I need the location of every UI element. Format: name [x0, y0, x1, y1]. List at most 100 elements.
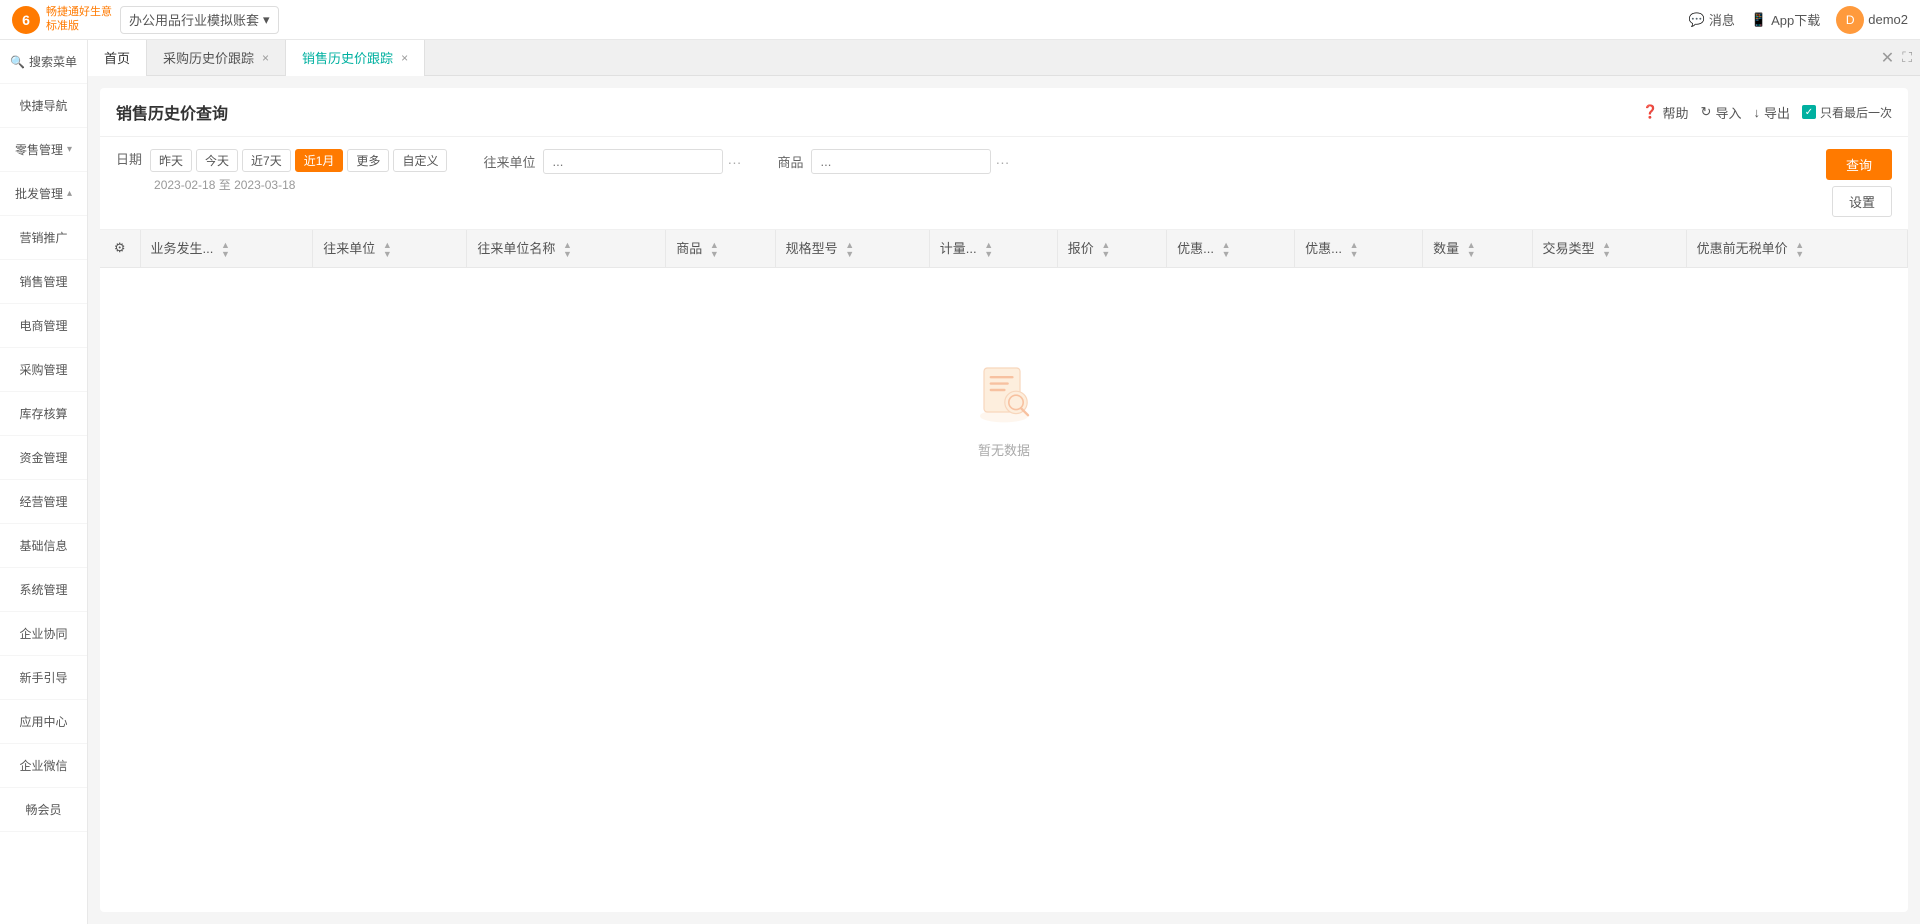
- app-selector[interactable]: 办公用品行业模拟账套 ▾: [120, 6, 279, 34]
- sidebar: 🔍 搜索菜单 快捷导航 零售管理 ▾ 批发管理 ▴ 营销推广 销售管理 电商管理…: [0, 40, 88, 924]
- th-pretax-price[interactable]: 优惠前无税单价 ▲▼: [1686, 230, 1907, 267]
- partner-input[interactable]: [543, 149, 723, 174]
- sidebar-item-inventory[interactable]: 库存核算: [0, 392, 87, 436]
- export-icon: ↓: [1753, 105, 1760, 120]
- sidebar-item-wechat[interactable]: 企业微信: [0, 744, 87, 788]
- sort-icon: ▲▼: [221, 241, 230, 259]
- sidebar-item-purchase[interactable]: 采购管理: [0, 348, 87, 392]
- sidebar-item-retail[interactable]: 零售管理 ▾: [0, 128, 87, 172]
- chevron-down-icon: ▾: [67, 144, 72, 155]
- data-table: ⚙ 业务发生... ▲▼ 往来单位 ▲▼ 往来单位名称 ▲▼: [100, 230, 1908, 268]
- logo-icon: 6: [12, 6, 40, 34]
- download-icon: 📱: [1751, 12, 1767, 28]
- date-btn-1month[interactable]: 近1月: [295, 149, 344, 172]
- sidebar-item-system[interactable]: 系统管理: [0, 568, 87, 612]
- date-btn-today[interactable]: 今天: [196, 149, 238, 172]
- th-unit[interactable]: 计量... ▲▼: [929, 230, 1057, 267]
- main-content: 销售历史价查询 ❓ 帮助 ↻ 导入 ↓ 导出 ✓ 只看最后一次: [88, 76, 1920, 924]
- partner-search-icon[interactable]: ···: [727, 154, 741, 170]
- sort-icon: ▲▼: [1101, 241, 1110, 259]
- product-search-icon[interactable]: ···: [995, 154, 1009, 170]
- message-button[interactable]: 💬 消息: [1689, 10, 1735, 29]
- sidebar-item-sales[interactable]: 销售管理: [0, 260, 87, 304]
- page-title: 销售历史价查询: [116, 100, 228, 124]
- sidebar-item-guide[interactable]: 新手引导: [0, 656, 87, 700]
- app-download-button[interactable]: 📱 App下载: [1751, 10, 1820, 29]
- th-partner-code[interactable]: 往来单位 ▲▼: [313, 230, 467, 267]
- tab-bar-actions: ✕ ⛶: [1881, 48, 1920, 68]
- chevron-up-icon: ▴: [67, 188, 72, 199]
- header-right: 💬 消息 📱 App下载 D demo2: [1689, 6, 1908, 34]
- user-menu[interactable]: D demo2: [1836, 6, 1908, 34]
- empty-icon: [964, 348, 1044, 428]
- date-btn-yesterday[interactable]: 昨天: [150, 149, 192, 172]
- th-product[interactable]: 商品 ▲▼: [666, 230, 775, 267]
- th-tx-type[interactable]: 交易类型 ▲▼: [1532, 230, 1686, 267]
- sidebar-item-basic[interactable]: 基础信息: [0, 524, 87, 568]
- message-icon: 💬: [1689, 12, 1705, 28]
- help-icon: ❓: [1642, 104, 1658, 120]
- sort-icon: ▲▼: [845, 241, 854, 259]
- sidebar-item-operation[interactable]: 经营管理: [0, 480, 87, 524]
- sidebar-item-marketing[interactable]: 营销推广: [0, 216, 87, 260]
- page-container: 销售历史价查询 ❓ 帮助 ↻ 导入 ↓ 导出 ✓ 只看最后一次: [100, 88, 1908, 912]
- sidebar-item-ecommerce[interactable]: 电商管理: [0, 304, 87, 348]
- avatar: D: [1836, 6, 1864, 34]
- tab-home[interactable]: 首页: [88, 40, 147, 76]
- sidebar-item-collab[interactable]: 企业协同: [0, 612, 87, 656]
- sort-icon: ▲▼: [1602, 241, 1611, 259]
- sidebar-item-member[interactable]: 畅会员: [0, 788, 87, 832]
- sidebar-item-app-center[interactable]: 应用中心: [0, 700, 87, 744]
- th-discount1[interactable]: 优惠... ▲▼: [1167, 230, 1295, 267]
- product-input-group: ···: [811, 149, 1009, 174]
- sort-icon: ▲▼: [383, 241, 392, 259]
- product-input[interactable]: [811, 149, 991, 174]
- help-button[interactable]: ❓ 帮助: [1642, 103, 1688, 122]
- product-filter-label: 商品: [777, 152, 803, 171]
- logo-area: 6 畅捷通好生意 标准版: [12, 6, 112, 34]
- table-container: ⚙ 业务发生... ▲▼ 往来单位 ▲▼ 往来单位名称 ▲▼: [100, 230, 1908, 539]
- sort-icon: ▲▼: [1350, 241, 1359, 259]
- tab-purchase[interactable]: 采购历史价跟踪 ×: [147, 40, 286, 76]
- th-biz-date[interactable]: 业务发生... ▲▼: [140, 230, 313, 267]
- close-window-icon[interactable]: ✕: [1881, 48, 1894, 68]
- sort-icon: ▲▼: [1795, 241, 1804, 259]
- sidebar-item-wholesale[interactable]: 批发管理 ▴: [0, 172, 87, 216]
- sidebar-item-search[interactable]: 🔍 搜索菜单: [0, 40, 87, 84]
- filter-bar: 日期 昨天 今天 近7天 近1月 更多 自定义 2023-02-18 至 202…: [100, 137, 1908, 230]
- sort-icon: ▲▼: [563, 241, 572, 259]
- date-btn-custom[interactable]: 自定义: [393, 149, 447, 172]
- th-price[interactable]: 报价 ▲▼: [1057, 230, 1166, 267]
- tab-bar: 首页 采购历史价跟踪 × 销售历史价跟踪 × ✕ ⛶: [88, 40, 1920, 76]
- date-btn-more[interactable]: 更多: [347, 149, 389, 172]
- tab-sales[interactable]: 销售历史价跟踪 ×: [286, 40, 425, 76]
- settings-button[interactable]: 设置: [1832, 186, 1892, 217]
- empty-state: 暂无数据: [100, 268, 1908, 539]
- query-button[interactable]: 查询: [1826, 149, 1892, 180]
- date-options: 昨天 今天 近7天 近1月 更多 自定义: [150, 149, 447, 172]
- date-filter-label: 日期: [116, 149, 142, 168]
- maximize-icon[interactable]: ⛶: [1902, 49, 1912, 66]
- th-settings[interactable]: ⚙: [100, 230, 140, 267]
- date-btn-7days[interactable]: 近7天: [242, 149, 291, 172]
- logo-text: 畅捷通好生意 标准版: [46, 6, 112, 32]
- only-last-checkbox[interactable]: ✓ 只看最后一次: [1802, 104, 1892, 121]
- export-button[interactable]: ↓ 导出: [1753, 103, 1790, 122]
- th-quantity[interactable]: 数量 ▲▼: [1423, 230, 1532, 267]
- date-range-display: 2023-02-18 至 2023-03-18: [154, 176, 447, 193]
- partner-input-group: ···: [543, 149, 741, 174]
- page-actions: ❓ 帮助 ↻ 导入 ↓ 导出 ✓ 只看最后一次: [1642, 103, 1892, 122]
- import-icon: ↻: [1701, 104, 1712, 120]
- search-icon: 🔍: [10, 55, 25, 69]
- th-discount2[interactable]: 优惠... ▲▼: [1295, 230, 1423, 267]
- header-left: 6 畅捷通好生意 标准版 办公用品行业模拟账套 ▾: [12, 6, 279, 34]
- sort-icon: ▲▼: [1467, 241, 1476, 259]
- tab-close-purchase[interactable]: ×: [262, 51, 269, 65]
- sidebar-item-shortcuts[interactable]: 快捷导航: [0, 84, 87, 128]
- chevron-down-icon: ▾: [263, 12, 270, 28]
- th-partner-name[interactable]: 往来单位名称 ▲▼: [467, 230, 666, 267]
- sidebar-item-finance[interactable]: 资金管理: [0, 436, 87, 480]
- th-spec[interactable]: 规格型号 ▲▼: [775, 230, 929, 267]
- import-button[interactable]: ↻ 导入: [1701, 103, 1742, 122]
- tab-close-sales[interactable]: ×: [401, 51, 408, 65]
